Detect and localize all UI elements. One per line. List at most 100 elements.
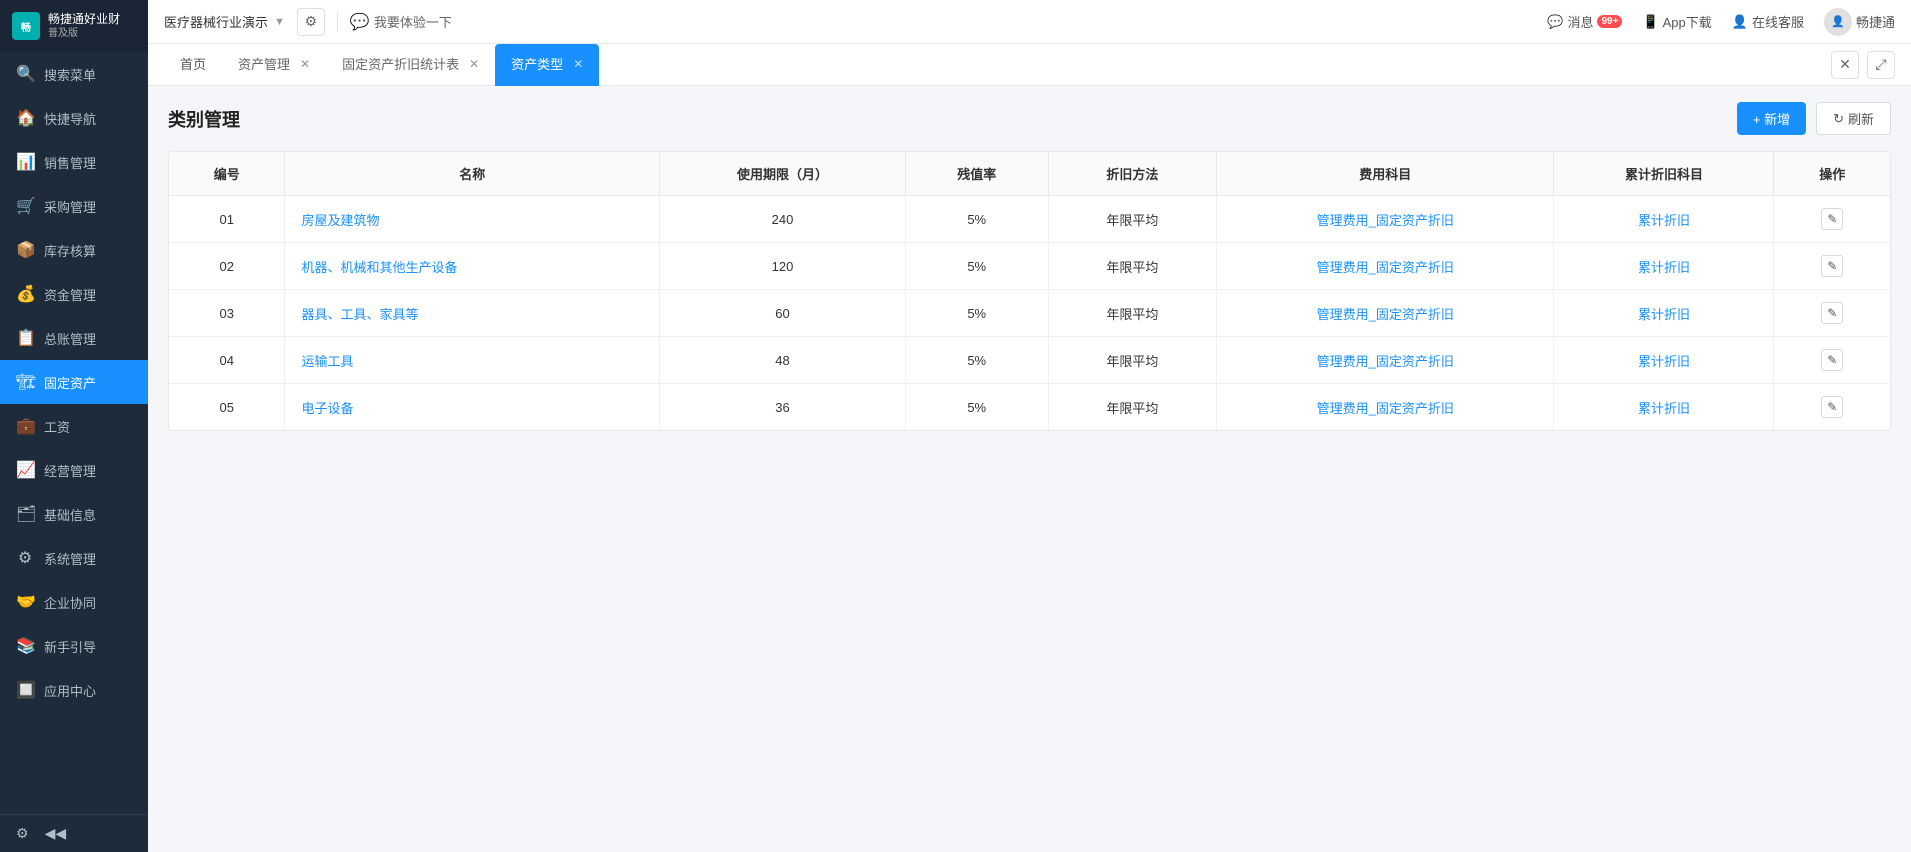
edit-button[interactable]: ✎	[1821, 349, 1843, 371]
sidebar-item-ledger[interactable]: 📋 总账管理	[0, 316, 148, 360]
sidebar-item-payroll[interactable]: 💼 工资	[0, 404, 148, 448]
col-method: 折旧方法	[1048, 152, 1216, 196]
col-residual: 残值率	[905, 152, 1048, 196]
col-accumulated: 累计折旧科目	[1554, 152, 1774, 196]
cell-id: 05	[169, 384, 285, 431]
message-label: 消息	[1567, 12, 1593, 31]
topbar: 医疗器械行业演示 ▼ ⚙ 💬 我要体验一下 💬 消息 99+ 📱 App下载 👤…	[148, 0, 1911, 44]
message-item[interactable]: 💬 消息 99+	[1547, 12, 1622, 31]
cell-expense: 管理费用_固定资产折旧	[1217, 337, 1554, 384]
cell-expense: 管理费用_固定资产折旧	[1217, 290, 1554, 337]
table-row: 04 运输工具 48 5% 年限平均 管理费用_固定资产折旧 累计折旧 ✎	[169, 337, 1890, 384]
experience-button[interactable]: 💬 我要体验一下	[350, 12, 452, 32]
logo-text: 畅捷通好业财 普及版	[48, 11, 120, 42]
cell-accumulated: 累计折旧	[1554, 290, 1774, 337]
cell-method: 年限平均	[1048, 337, 1216, 384]
topbar-right: 💬 消息 99+ 📱 App下载 👤 在线客服 👤 畅捷通	[1547, 8, 1895, 36]
ledger-icon: 📋	[16, 328, 34, 348]
edit-button[interactable]: ✎	[1821, 302, 1843, 324]
table-header-row: 编号 名称 使用期限（月） 残值率 折旧方法 费用科目 累计折旧科目 操作	[169, 152, 1890, 196]
message-icon: 💬	[1547, 14, 1563, 30]
app-center-icon: 🔲	[16, 680, 34, 700]
fixed-assets-icon: 🏗	[16, 372, 34, 392]
cell-period: 120	[660, 243, 906, 290]
sales-icon: 📊	[16, 152, 34, 172]
tabbar: 首页 资产管理 ✕ 固定资产折旧统计表 ✕ 资产类型 ✕ ✕ ⤢	[148, 44, 1911, 86]
tab-asset-mgmt[interactable]: 资产管理 ✕	[222, 44, 326, 86]
edit-button[interactable]: ✎	[1821, 255, 1843, 277]
app-download-item[interactable]: 📱 App下载	[1642, 12, 1711, 31]
page-content: 类别管理 + 新增 ↻ 刷新 编号 名称 使用期限（月） 残值率 折旧方法	[148, 86, 1911, 852]
sidebar-footer: ⚙ ◀◀	[0, 814, 148, 852]
system-icon: ⚙	[16, 548, 34, 568]
cell-id: 01	[169, 196, 285, 243]
service-icon: 👤	[1732, 14, 1748, 30]
cell-period: 60	[660, 290, 906, 337]
refresh-icon: ↻	[1833, 111, 1844, 127]
table-row: 03 器具、工具、家具等 60 5% 年限平均 管理费用_固定资产折旧 累计折旧…	[169, 290, 1890, 337]
cell-residual: 5%	[905, 243, 1048, 290]
tab-asset-type[interactable]: 资产类型 ✕	[495, 44, 599, 86]
cell-residual: 5%	[905, 290, 1048, 337]
cell-period: 240	[660, 196, 906, 243]
cell-id: 02	[169, 243, 285, 290]
collapse-icon[interactable]: ◀◀	[45, 825, 67, 842]
sidebar-item-purchase[interactable]: 🛒 采购管理	[0, 184, 148, 228]
cell-action: ✎	[1774, 384, 1890, 431]
page-actions: + 新增 ↻ 刷新	[1737, 102, 1891, 135]
sidebar-item-search[interactable]: 🔍 搜索菜单	[0, 52, 148, 96]
close-tab-asset-mgmt[interactable]: ✕	[300, 57, 310, 71]
module-name: 医疗器械行业演示	[164, 12, 268, 31]
sidebar-item-quick-nav[interactable]: 🏠 快捷导航	[0, 96, 148, 140]
payroll-icon: 💼	[16, 416, 34, 436]
tab-home[interactable]: 首页	[164, 44, 222, 86]
cell-id: 03	[169, 290, 285, 337]
cell-residual: 5%	[905, 196, 1048, 243]
tab-depreciation[interactable]: 固定资产折旧统计表 ✕	[326, 44, 495, 86]
sidebar-item-operations[interactable]: 📈 经营管理	[0, 448, 148, 492]
table-row: 01 房屋及建筑物 240 5% 年限平均 管理费用_固定资产折旧 累计折旧 ✎	[169, 196, 1890, 243]
experience-label: 我要体验一下	[374, 12, 452, 31]
divider	[337, 12, 338, 32]
expand-tab-button[interactable]: ⤢	[1867, 51, 1895, 79]
sidebar-item-app-center[interactable]: 🔲 应用中心	[0, 668, 148, 712]
cell-accumulated: 累计折旧	[1554, 243, 1774, 290]
settings-footer-icon[interactable]: ⚙	[16, 825, 29, 842]
new-button[interactable]: + 新增	[1737, 102, 1806, 135]
logo-icon: 畅	[12, 12, 40, 40]
cell-name: 电子设备	[285, 384, 660, 431]
edit-button[interactable]: ✎	[1821, 208, 1843, 230]
table-body: 01 房屋及建筑物 240 5% 年限平均 管理费用_固定资产折旧 累计折旧 ✎…	[169, 196, 1890, 431]
cell-name: 房屋及建筑物	[285, 196, 660, 243]
online-service-label: 在线客服	[1752, 12, 1804, 31]
col-expense: 费用科目	[1217, 152, 1554, 196]
online-service-item[interactable]: 👤 在线客服	[1732, 12, 1804, 31]
user-item[interactable]: 👤 畅捷通	[1824, 8, 1895, 36]
close-tab-depreciation[interactable]: ✕	[469, 57, 479, 71]
cell-expense: 管理费用_固定资产折旧	[1217, 384, 1554, 431]
bubble-icon: 💬	[350, 12, 370, 32]
capital-icon: 💰	[16, 284, 34, 304]
close-tab-asset-type[interactable]: ✕	[573, 57, 583, 71]
refresh-button[interactable]: ↻ 刷新	[1816, 102, 1891, 135]
cell-name: 器具、工具、家具等	[285, 290, 660, 337]
tabbar-actions: ✕ ⤢	[1831, 51, 1895, 79]
cell-action: ✎	[1774, 337, 1890, 384]
sidebar-item-basic-info[interactable]: 🗂 基础信息	[0, 492, 148, 536]
cell-residual: 5%	[905, 337, 1048, 384]
sidebar-item-inventory[interactable]: 📦 库存核算	[0, 228, 148, 272]
close-tab-button[interactable]: ✕	[1831, 51, 1859, 79]
sidebar-item-capital[interactable]: 💰 资金管理	[0, 272, 148, 316]
sidebar-item-cooperation[interactable]: 🤝 企业协同	[0, 580, 148, 624]
edit-button[interactable]: ✎	[1821, 396, 1843, 418]
message-badge: 99+	[1597, 15, 1622, 28]
sidebar-item-guide[interactable]: 📚 新手引导	[0, 624, 148, 668]
cell-method: 年限平均	[1048, 290, 1216, 337]
sidebar-item-fixed-assets[interactable]: 🏗 固定资产	[0, 360, 148, 404]
sidebar: 畅 畅捷通好业财 普及版 🔍 搜索菜单 🏠 快捷导航 📊 销售管理 🛒 采购管理…	[0, 0, 148, 852]
sidebar-item-sales[interactable]: 📊 销售管理	[0, 140, 148, 184]
settings-button[interactable]: ⚙	[297, 8, 325, 36]
sidebar-item-system[interactable]: ⚙ 系统管理	[0, 536, 148, 580]
cell-accumulated: 累计折旧	[1554, 337, 1774, 384]
module-selector[interactable]: 医疗器械行业演示 ▼	[164, 12, 285, 31]
